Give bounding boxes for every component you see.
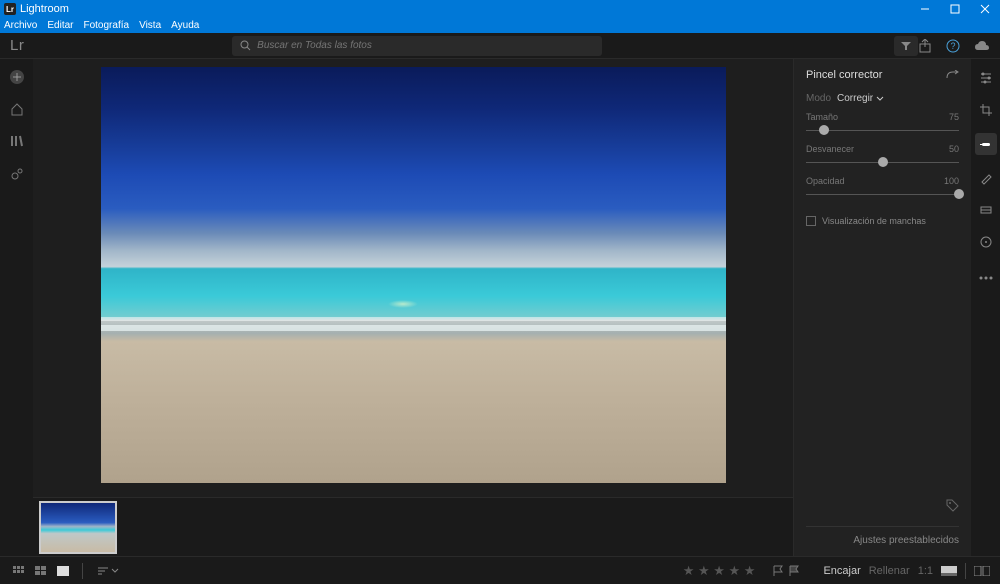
image-stage[interactable] xyxy=(33,59,793,497)
menu-bar: Archivo Editar Fotografía Vista Ayuda xyxy=(0,18,1000,33)
single-view[interactable] xyxy=(54,564,72,578)
compare-view-toggle[interactable] xyxy=(974,565,990,577)
linear-gradient-tool[interactable] xyxy=(977,201,995,219)
close-button[interactable] xyxy=(970,0,1000,18)
crop-tool[interactable] xyxy=(977,101,995,119)
fit-label[interactable]: Encajar xyxy=(823,565,860,577)
svg-text:?: ? xyxy=(950,41,955,51)
divider xyxy=(965,563,966,579)
menu-item[interactable]: Vista xyxy=(139,20,161,31)
window-title: Lightroom xyxy=(20,3,69,15)
canvas-area xyxy=(33,59,793,556)
mode-selector[interactable]: Modo Corregir xyxy=(806,93,959,104)
flag-pick[interactable] xyxy=(773,565,783,577)
menu-item[interactable]: Editar xyxy=(47,20,73,31)
mode-label: Modo xyxy=(806,93,831,104)
spot-visualization-checkbox[interactable]: Visualización de manchas xyxy=(806,216,959,226)
feather-slider[interactable]: Desvanecer50 xyxy=(806,144,959,168)
mode-value: Corregir xyxy=(837,93,873,104)
share-button[interactable] xyxy=(918,39,932,53)
chevron-down-icon xyxy=(876,96,884,102)
app-logo: Lr xyxy=(10,37,24,54)
chevron-down-icon xyxy=(111,568,119,574)
size-slider[interactable]: Tamaño75 xyxy=(806,112,959,136)
fill-label[interactable]: Rellenar xyxy=(869,565,910,577)
radial-gradient-tool[interactable] xyxy=(977,233,995,251)
checkbox-icon xyxy=(806,216,816,226)
filmstrip-toggle[interactable] xyxy=(941,565,957,577)
photo[interactable] xyxy=(101,67,726,483)
minimize-button[interactable] xyxy=(910,0,940,18)
menu-item[interactable]: Fotografía xyxy=(83,20,129,31)
edit-sliders-tool[interactable] xyxy=(977,69,995,87)
filmstrip xyxy=(33,497,793,556)
flag-reject[interactable] xyxy=(789,565,799,577)
left-sidebar xyxy=(0,59,33,556)
filter-button[interactable] xyxy=(894,36,918,56)
funnel-icon xyxy=(900,41,912,51)
presets-label[interactable]: Ajustes preestablecidos xyxy=(853,535,959,546)
panel-title: Pincel corrector xyxy=(806,69,882,81)
app-icon: Lr xyxy=(4,3,16,15)
window-titlebar: Lr Lightroom xyxy=(0,0,1000,18)
menu-item[interactable]: Ayuda xyxy=(171,20,199,31)
search-box[interactable] xyxy=(232,36,602,56)
sort-button[interactable] xyxy=(97,566,119,576)
share-collection-button[interactable] xyxy=(9,165,25,181)
healing-brush-tool[interactable] xyxy=(975,133,997,155)
grid-large-view[interactable] xyxy=(32,564,50,578)
rating-stars[interactable]: ★ ★ ★ ★ ★ xyxy=(683,563,756,579)
opacity-slider[interactable]: Opacidad100 xyxy=(806,176,959,200)
divider xyxy=(82,563,83,579)
cloud-button[interactable] xyxy=(974,40,990,52)
tool-strip xyxy=(971,59,1000,556)
home-button[interactable] xyxy=(9,101,25,117)
brush-tool[interactable] xyxy=(977,169,995,187)
add-button[interactable] xyxy=(9,69,25,85)
maximize-button[interactable] xyxy=(940,0,970,18)
top-toolbar: Lr ? xyxy=(0,33,1000,59)
library-button[interactable] xyxy=(9,133,25,149)
reset-icon[interactable] xyxy=(945,70,959,80)
bottom-bar: ★ ★ ★ ★ ★ Encajar Rellenar 1:1 xyxy=(0,556,1000,584)
help-button[interactable]: ? xyxy=(946,39,960,53)
more-tool[interactable] xyxy=(977,269,995,287)
menu-item[interactable]: Archivo xyxy=(4,20,37,31)
grid-small-view[interactable] xyxy=(10,564,28,578)
search-icon xyxy=(240,40,251,51)
search-input[interactable] xyxy=(257,40,594,51)
ratio-label[interactable]: 1:1 xyxy=(918,565,933,577)
right-panel: Pincel corrector Modo Corregir Tamaño75 … xyxy=(793,59,971,556)
tag-button[interactable] xyxy=(806,498,959,512)
thumbnail[interactable] xyxy=(39,501,117,554)
